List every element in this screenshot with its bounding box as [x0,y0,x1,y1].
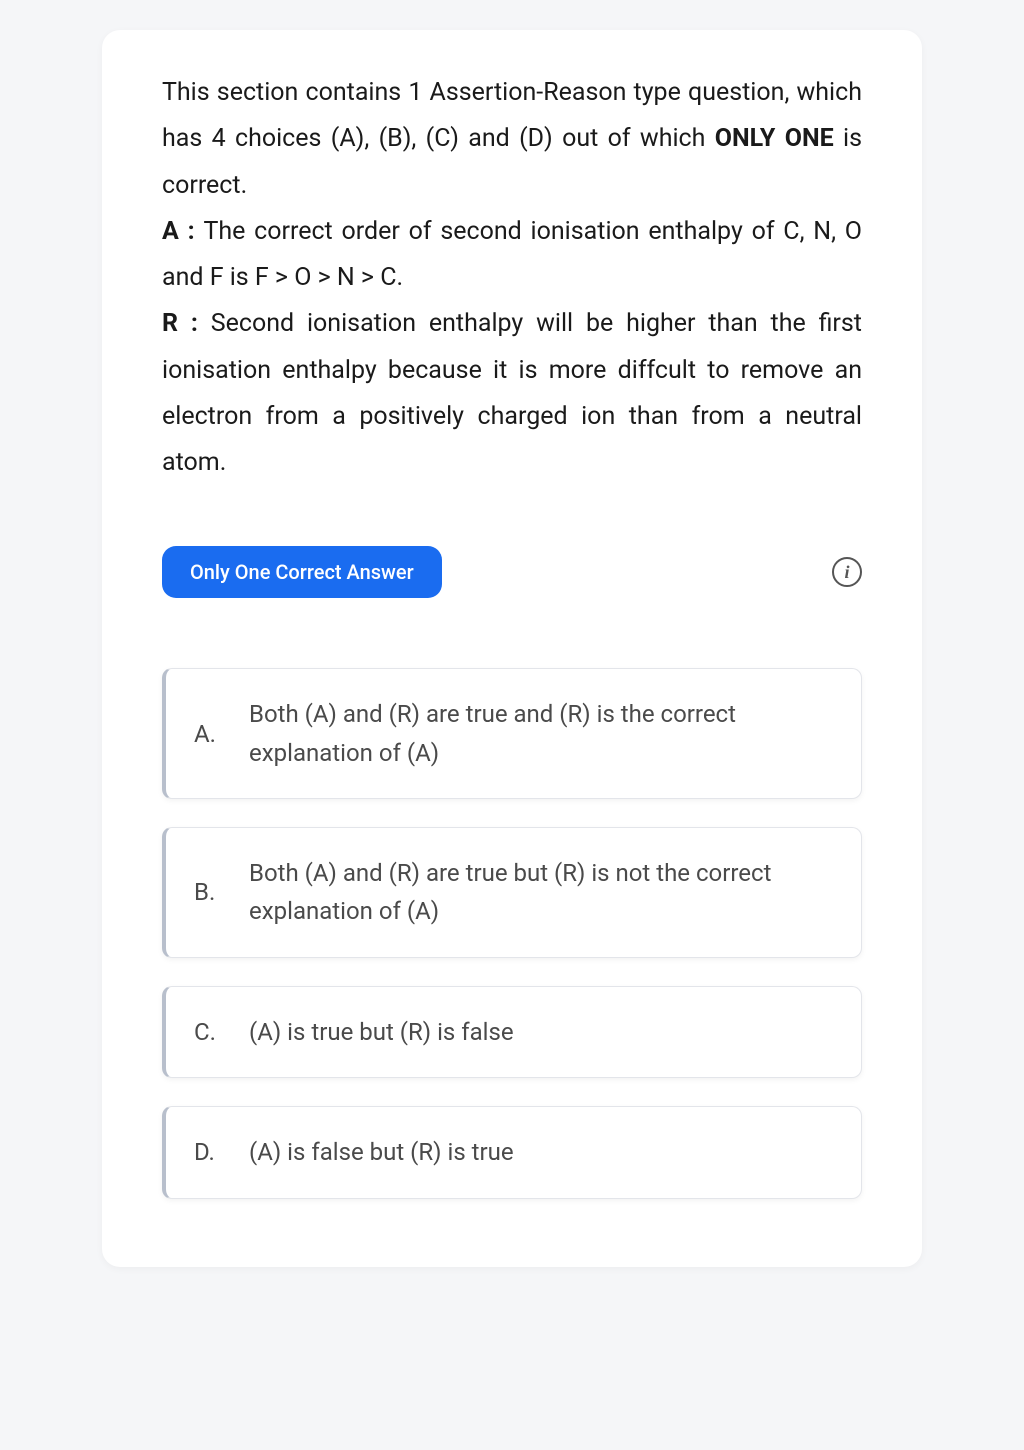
option-text: Both (A) and (R) are true but (R) is not… [249,854,833,931]
assertion-text: The correct order of second ionisation e… [162,217,862,292]
reason-label: R : [162,309,211,338]
option-text: Both (A) and (R) are true and (R) is the… [249,695,833,772]
option-letter: B. [194,878,249,906]
question-card: This section contains 1 Assertion-Reason… [102,30,922,1267]
question-text: This section contains 1 Assertion-Reason… [162,70,862,486]
option-text: (A) is true but (R) is false [249,1013,514,1051]
assertion-label: A : [162,217,203,246]
option-letter: C. [194,1018,249,1046]
option-c[interactable]: C. (A) is true but (R) is false [162,986,862,1078]
option-text: (A) is false but (R) is true [249,1133,514,1171]
option-b[interactable]: B. Both (A) and (R) are true but (R) is … [162,827,862,958]
only-one-bold: ONLY ONE [715,124,834,153]
info-icon[interactable]: i [832,557,862,587]
option-letter: D. [194,1138,249,1166]
badge-row: Only One Correct Answer i [162,546,862,598]
reason-text: Second ionisation enthalpy will be highe… [162,309,862,477]
option-d[interactable]: D. (A) is false but (R) is true [162,1106,862,1198]
answer-type-badge: Only One Correct Answer [162,546,442,598]
option-a[interactable]: A. Both (A) and (R) are true and (R) is … [162,668,862,799]
option-letter: A. [194,720,249,748]
